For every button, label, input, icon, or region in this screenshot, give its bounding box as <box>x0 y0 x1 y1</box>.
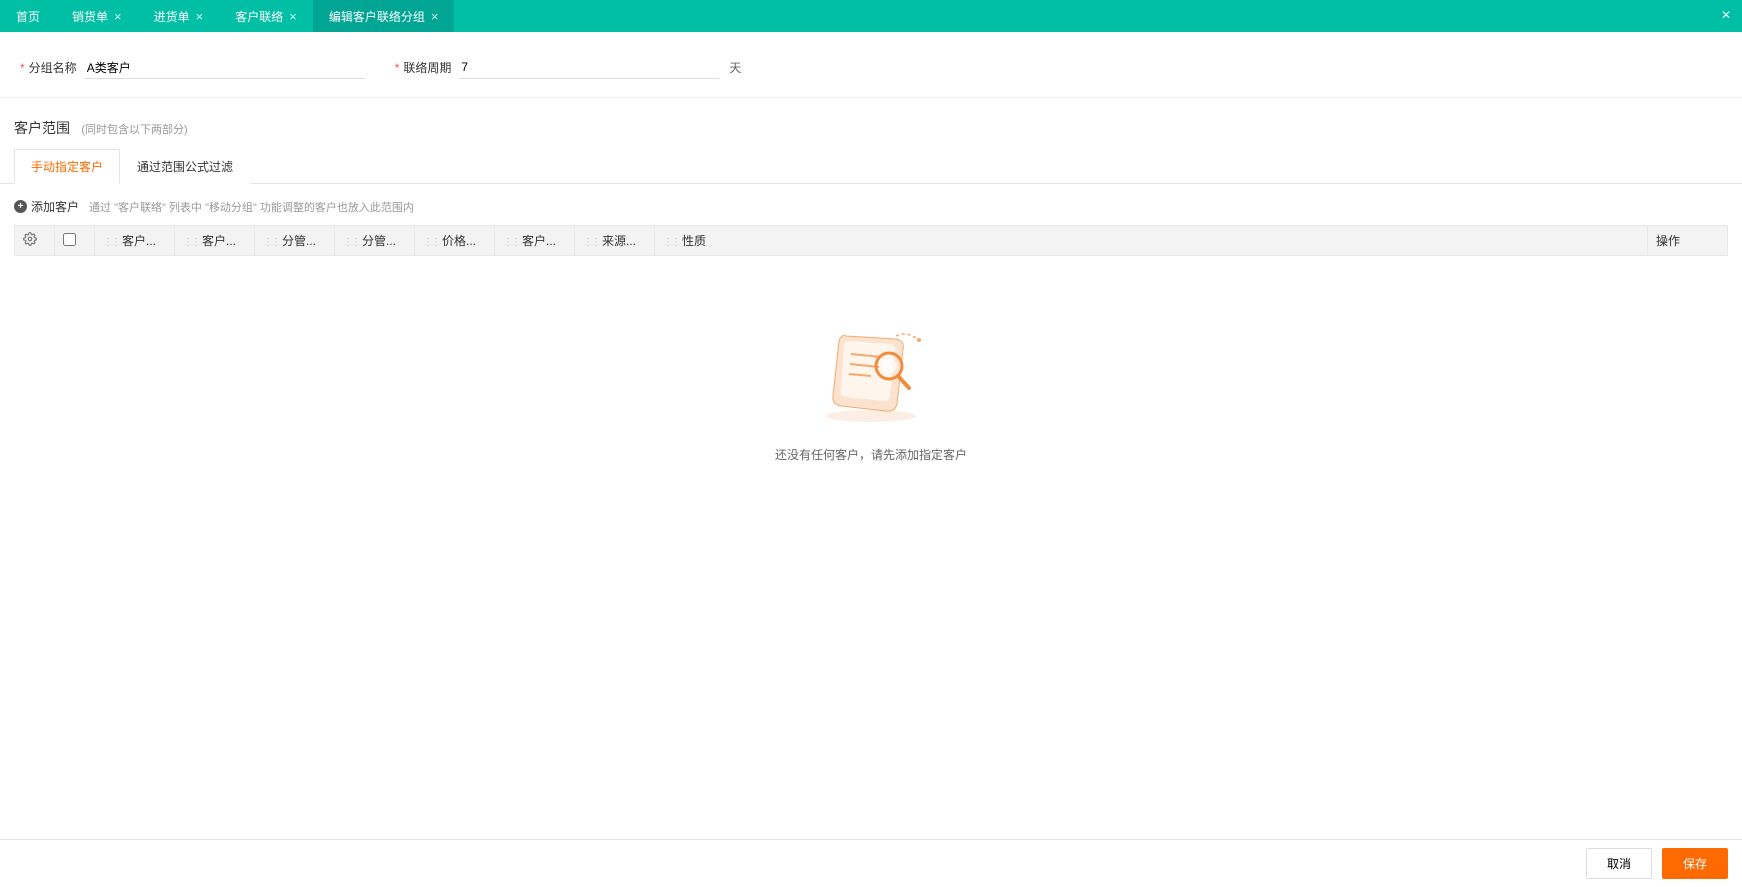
hint-text: 通过 "客户联络" 列表中 "移动分组" 功能调整的客户也放入此范围内 <box>89 199 414 215</box>
group-name-input[interactable] <box>85 56 365 79</box>
drag-icon[interactable]: ⋮⋮ <box>503 237 519 248</box>
required-star-icon: * <box>395 61 400 75</box>
panel-close-button[interactable]: × <box>1710 0 1742 32</box>
cycle-unit: 天 <box>729 59 741 76</box>
group-name-label: 分组名称 <box>29 59 77 76</box>
table-header-row: ⋮⋮客户... ⋮⋮客户... ⋮⋮分管... ⋮⋮分管... ⋮⋮价格... … <box>15 226 1728 256</box>
tab-customer-contact[interactable]: 客户联络 × <box>219 0 313 32</box>
add-customer-button[interactable]: + 添加客户 <box>14 198 79 215</box>
column-header[interactable]: ⋮⋮客户... <box>495 226 575 256</box>
cancel-button[interactable]: 取消 <box>1586 848 1652 879</box>
column-header[interactable]: ⋮⋮分管... <box>255 226 335 256</box>
sub-tab-label: 通过范围公式过滤 <box>137 160 233 174</box>
close-icon[interactable]: × <box>114 9 122 24</box>
form-section: * 分组名称 * 联络周期 天 <box>0 32 1742 98</box>
column-header[interactable]: ⋮⋮来源... <box>575 226 655 256</box>
column-header[interactable]: ⋮⋮价格... <box>415 226 495 256</box>
tab-label: 进货单 <box>154 8 190 25</box>
drag-icon[interactable]: ⋮⋮ <box>583 237 599 248</box>
sub-tab-bar: 手动指定客户 通过范围公式过滤 <box>0 148 1742 184</box>
drag-icon[interactable]: ⋮⋮ <box>183 237 199 248</box>
drag-icon[interactable]: ⋮⋮ <box>423 237 439 248</box>
footer-bar: 取消 保存 <box>0 839 1742 887</box>
tab-label: 编辑客户联络分组 <box>329 8 425 25</box>
cycle-label: 联络周期 <box>403 59 451 76</box>
tab-label: 销货单 <box>72 8 108 25</box>
action-row: + 添加客户 通过 "客户联络" 列表中 "移动分组" 功能调整的客户也放入此范… <box>0 184 1742 225</box>
group-name-field: * 分组名称 <box>20 56 365 79</box>
plus-icon: + <box>14 200 27 213</box>
cycle-field: * 联络周期 天 <box>395 56 742 79</box>
tab-sales[interactable]: 销货单 × <box>56 0 138 32</box>
column-header[interactable]: ⋮⋮性质 <box>655 226 1648 256</box>
tab-purchase[interactable]: 进货单 × <box>138 0 220 32</box>
sub-tab-manual[interactable]: 手动指定客户 <box>14 149 120 184</box>
empty-text: 还没有任何客户，请先添加指定客户 <box>14 446 1728 463</box>
column-header[interactable]: ⋮⋮分管... <box>335 226 415 256</box>
header-tab-bar: 首页 销货单 × 进货单 × 客户联络 × 编辑客户联络分组 × × <box>0 0 1742 32</box>
tab-edit-contact-group[interactable]: 编辑客户联络分组 × <box>313 0 455 32</box>
column-header[interactable]: ⋮⋮客户... <box>95 226 175 256</box>
drag-icon[interactable]: ⋮⋮ <box>263 237 279 248</box>
sub-tab-formula[interactable]: 通过范围公式过滤 <box>120 149 250 184</box>
customer-scope-header: 客户范围 (同时包含以下两部分) <box>0 98 1742 148</box>
empty-state: 还没有任何客户，请先添加指定客户 <box>14 256 1728 523</box>
section-subtitle: (同时包含以下两部分) <box>81 124 187 136</box>
drag-icon[interactable]: ⋮⋮ <box>343 237 359 248</box>
drag-icon[interactable]: ⋮⋮ <box>663 237 679 248</box>
select-all-checkbox[interactable] <box>63 233 76 246</box>
save-button[interactable]: 保存 <box>1662 848 1728 879</box>
tab-label: 首页 <box>16 8 40 25</box>
checkbox-column-header <box>55 226 95 256</box>
cycle-input[interactable] <box>459 56 719 79</box>
customer-table: ⋮⋮客户... ⋮⋮客户... ⋮⋮分管... ⋮⋮分管... ⋮⋮价格... … <box>14 225 1728 256</box>
action-column-header: 操作 <box>1648 226 1728 256</box>
settings-column-header[interactable] <box>15 226 55 256</box>
section-title: 客户范围 <box>14 120 70 136</box>
close-icon[interactable]: × <box>196 9 204 24</box>
column-header[interactable]: ⋮⋮客户... <box>175 226 255 256</box>
close-icon[interactable]: × <box>289 9 297 24</box>
close-icon[interactable]: × <box>431 9 439 24</box>
required-star-icon: * <box>20 61 25 75</box>
table-wrapper: ⋮⋮客户... ⋮⋮客户... ⋮⋮分管... ⋮⋮分管... ⋮⋮价格... … <box>0 225 1742 523</box>
tab-label: 客户联络 <box>235 8 283 25</box>
empty-illustration-icon <box>801 316 941 426</box>
sub-tab-label: 手动指定客户 <box>31 160 103 174</box>
drag-icon[interactable]: ⋮⋮ <box>103 237 119 248</box>
tab-home[interactable]: 首页 <box>0 0 56 32</box>
add-customer-label: 添加客户 <box>31 198 79 215</box>
gear-icon <box>23 232 37 249</box>
